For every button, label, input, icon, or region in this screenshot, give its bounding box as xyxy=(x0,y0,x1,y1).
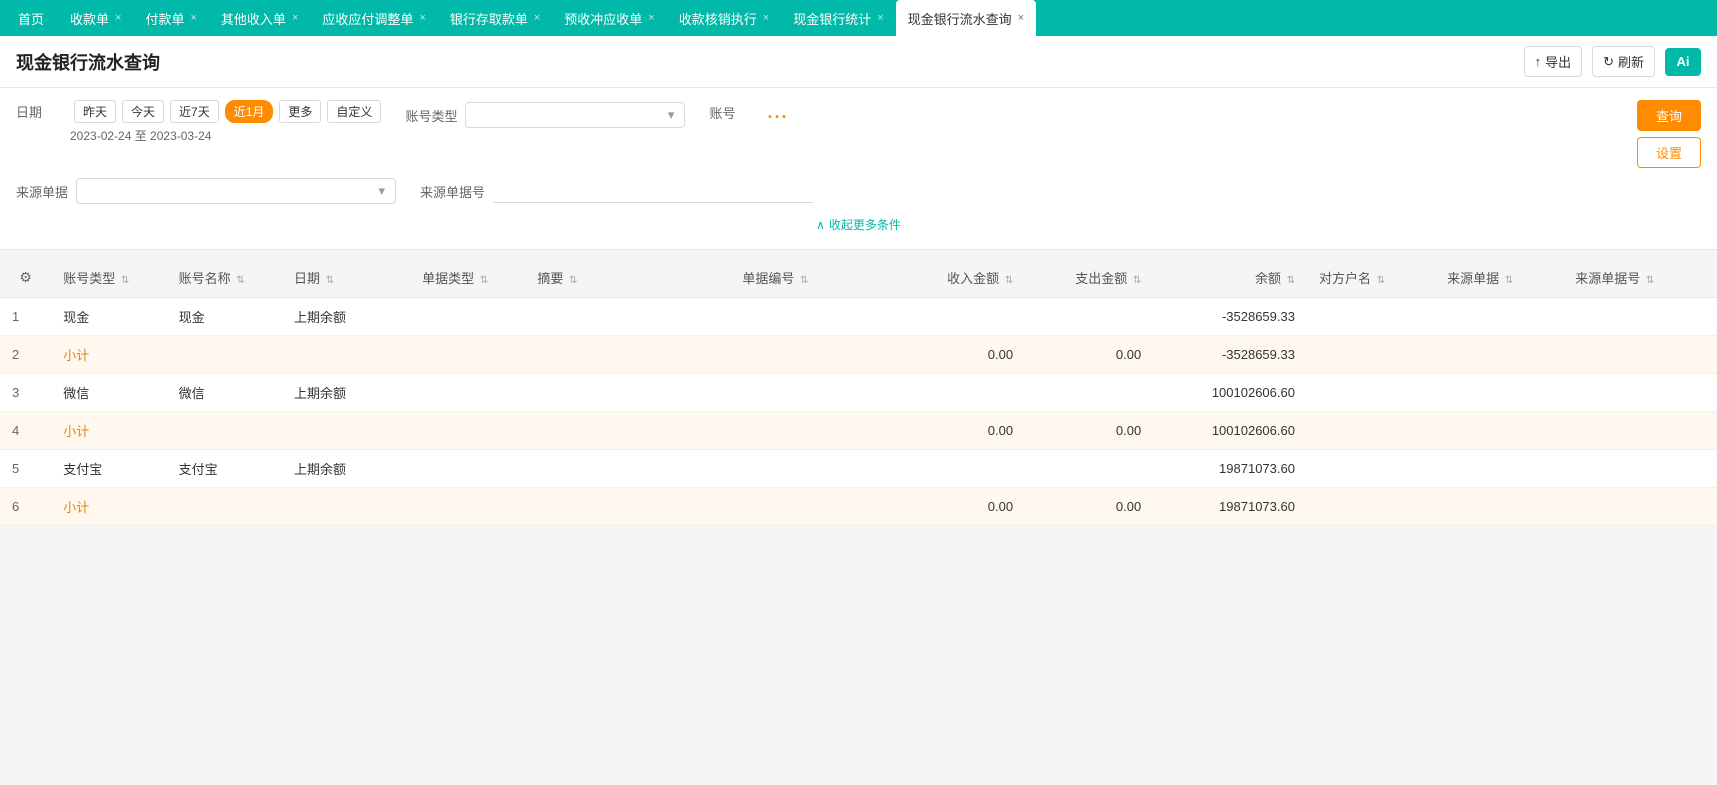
sort-icon: ⇅ xyxy=(1287,275,1295,286)
acct-type-filter: 账号类型 ▾ xyxy=(405,102,685,128)
data-table: ⚙ 账号类型 ⇅ 账号名称 ⇅ 日期 ⇅ 单据类型 ⇅ xyxy=(0,258,1717,526)
query-button[interactable]: 查询 xyxy=(1637,100,1701,131)
close-icon[interactable]: × xyxy=(534,12,540,24)
table-row[interactable]: 4小计0.000.00100102606.60 xyxy=(0,412,1717,450)
sort-icon: ⇅ xyxy=(1005,275,1013,286)
refresh-button[interactable]: ↻ 刷新 xyxy=(1592,46,1655,77)
close-icon[interactable]: × xyxy=(115,12,121,24)
table-row[interactable]: 3微信微信上期余额100102606.60 xyxy=(0,374,1717,412)
table-header: ⚙ 账号类型 ⇅ 账号名称 ⇅ 日期 ⇅ 单据类型 ⇅ xyxy=(0,258,1717,298)
collapse-icon: ∧ xyxy=(816,218,825,232)
date-filter: 日期 昨天 今天 近7天 近1月 更多 自定义 2023-02-24 至 202… xyxy=(16,100,381,144)
filter-section: 日期 昨天 今天 近7天 近1月 更多 自定义 2023-02-24 至 202… xyxy=(0,88,1717,250)
date-range: 2023-02-24 至 2023-03-24 xyxy=(70,129,211,143)
nav-tab-1[interactable]: 付款单 × xyxy=(133,0,208,36)
header-actions: ↑ 导出 ↻ 刷新 Ai xyxy=(1524,46,1701,77)
src-doc-label: 来源单据 xyxy=(16,182,68,201)
sort-icon: ⇅ xyxy=(1377,275,1385,286)
sort-icon: ⇅ xyxy=(1133,275,1141,286)
nav-tab-3[interactable]: 应收应付调整单 × xyxy=(310,0,437,36)
page-title: 现金银行流水查询 xyxy=(16,49,160,75)
date-label: 日期 xyxy=(16,102,66,121)
setting-button[interactable]: 设置 xyxy=(1637,137,1701,168)
refresh-icon: ↻ xyxy=(1603,54,1614,70)
nav-tab-2[interactable]: 其他收入单 × xyxy=(209,0,310,36)
acct-filter: 账号 ... xyxy=(709,102,788,123)
acct-type-select[interactable]: ▾ xyxy=(465,102,685,128)
src-docnum-input[interactable] xyxy=(493,179,813,203)
table-row[interactable]: 5支付宝支付宝上期余额19871073.60 xyxy=(0,450,1717,488)
chevron-down-icon: ▾ xyxy=(378,183,385,199)
col-gear[interactable]: ⚙ xyxy=(0,258,51,298)
col-doc-num[interactable]: 单据编号 ⇅ xyxy=(730,258,897,298)
close-icon[interactable]: × xyxy=(1018,12,1024,24)
date-options: 昨天 今天 近7天 近1月 更多 自定义 xyxy=(74,100,381,123)
table-container: ⚙ 账号类型 ⇅ 账号名称 ⇅ 日期 ⇅ 单据类型 ⇅ xyxy=(0,258,1717,526)
col-acct-name[interactable]: 账号名称 ⇅ xyxy=(167,258,282,298)
sort-icon: ⇅ xyxy=(569,275,577,286)
nav-tab-4[interactable]: 银行存取款单 × xyxy=(438,0,552,36)
sort-icon: ⇅ xyxy=(236,275,244,286)
date-btn-custom[interactable]: 自定义 xyxy=(327,100,381,123)
col-income[interactable]: 收入金额 ⇅ xyxy=(897,258,1025,298)
close-icon[interactable]: × xyxy=(877,12,883,24)
col-date[interactable]: 日期 ⇅ xyxy=(282,258,410,298)
src-docnum-label: 来源单据号 xyxy=(420,182,485,201)
col-expense[interactable]: 支出金额 ⇅ xyxy=(1025,258,1153,298)
date-btn-more[interactable]: 更多 xyxy=(279,100,321,123)
export-button[interactable]: ↑ 导出 xyxy=(1524,46,1583,77)
col-src-doc[interactable]: 来源单据 ⇅ xyxy=(1435,258,1563,298)
collapse-bar[interactable]: ∧ 收起更多条件 xyxy=(16,212,1701,237)
src-doc-filter: 来源单据 ▾ xyxy=(16,178,396,204)
nav-tab-7[interactable]: 现金银行统计 × xyxy=(781,0,895,36)
src-docnum-filter: 来源单据号 xyxy=(420,179,813,203)
top-nav: 首页 收款单 × 付款单 × 其他收入单 × 应收应付调整单 × 银行存取款单 … xyxy=(0,0,1717,36)
acct-type-label: 账号类型 xyxy=(405,106,457,125)
acct-label: 账号 xyxy=(709,103,759,122)
chevron-down-icon: ▾ xyxy=(668,107,675,123)
page-header: 现金银行流水查询 ↑ 导出 ↻ 刷新 Ai xyxy=(0,36,1717,88)
nav-tab-0[interactable]: 收款单 × xyxy=(58,0,133,36)
nav-tab-8[interactable]: 现金银行流水查询 × xyxy=(896,0,1036,36)
sort-icon: ⇅ xyxy=(1505,275,1513,286)
nav-tab-5[interactable]: 预收冲应收单 × xyxy=(552,0,666,36)
close-icon[interactable]: × xyxy=(763,12,769,24)
nav-home[interactable]: 首页 xyxy=(4,9,58,28)
col-counterpart[interactable]: 对方户名 ⇅ xyxy=(1307,258,1435,298)
ai-button[interactable]: Ai xyxy=(1665,48,1701,76)
sort-icon: ⇅ xyxy=(121,275,129,286)
date-btn-7days[interactable]: 近7天 xyxy=(170,100,219,123)
gear-icon[interactable]: ⚙ xyxy=(19,269,32,285)
col-balance[interactable]: 余额 ⇅ xyxy=(1153,258,1307,298)
sort-icon: ⇅ xyxy=(1646,275,1654,286)
close-icon[interactable]: × xyxy=(190,12,196,24)
table-row[interactable]: 2小计0.000.00-3528659.33 xyxy=(0,336,1717,374)
sort-icon: ⇅ xyxy=(800,275,808,286)
date-btn-1month[interactable]: 近1月 xyxy=(225,100,274,123)
close-icon[interactable]: × xyxy=(648,12,654,24)
table-row[interactable]: 6小计0.000.0019871073.60 xyxy=(0,488,1717,526)
col-src-docnum[interactable]: 来源单据号 ⇅ xyxy=(1563,258,1717,298)
date-btn-yesterday[interactable]: 昨天 xyxy=(74,100,116,123)
col-doc-type[interactable]: 单据类型 ⇅ xyxy=(410,258,525,298)
src-doc-select[interactable]: ▾ xyxy=(76,178,396,204)
export-icon: ↑ xyxy=(1535,54,1542,69)
col-acct-type[interactable]: 账号类型 ⇅ xyxy=(51,258,166,298)
close-icon[interactable]: × xyxy=(292,12,298,24)
action-buttons: 查询 设置 xyxy=(1637,100,1701,168)
col-summary[interactable]: 摘要 ⇅ xyxy=(525,258,730,298)
close-icon[interactable]: × xyxy=(419,12,425,24)
date-btn-today[interactable]: 今天 xyxy=(122,100,164,123)
sort-icon: ⇅ xyxy=(480,275,488,286)
table-row[interactable]: 1现金现金上期余额-3528659.33 xyxy=(0,298,1717,336)
acct-dots-button[interactable]: ... xyxy=(767,102,788,123)
nav-tab-6[interactable]: 收款核销执行 × xyxy=(667,0,781,36)
sort-icon: ⇅ xyxy=(326,275,334,286)
